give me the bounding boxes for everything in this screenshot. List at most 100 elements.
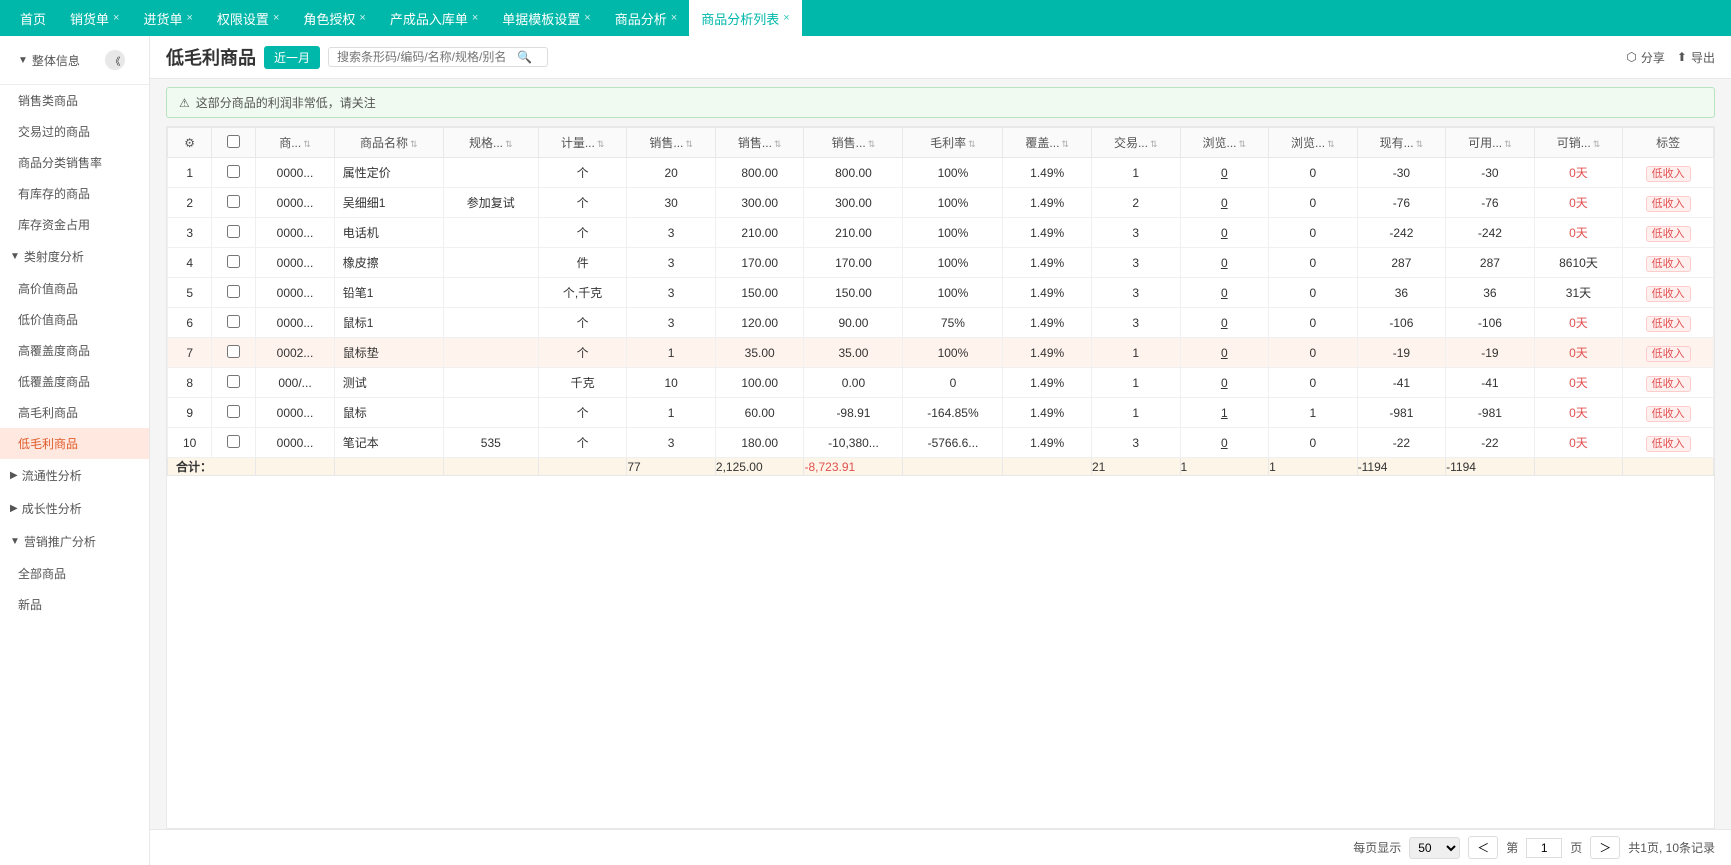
col-code[interactable]: 商...⇅: [256, 128, 335, 158]
row-views1[interactable]: 0: [1180, 428, 1269, 458]
row-views1[interactable]: 0: [1180, 308, 1269, 338]
col-checkbox[interactable]: [212, 128, 256, 158]
sidebar-item-category-rate[interactable]: 商品分类销售率: [0, 147, 149, 178]
row-views1[interactable]: 0: [1180, 248, 1269, 278]
row-name[interactable]: 鼠标垫: [334, 338, 443, 368]
page-number-input[interactable]: [1526, 838, 1562, 858]
row-views1[interactable]: 0: [1180, 158, 1269, 188]
nav-product-analysis-list[interactable]: 商品分析列表 ×: [689, 0, 801, 36]
close-icon[interactable]: ×: [671, 12, 677, 24]
row-name[interactable]: 鼠标1: [334, 308, 443, 338]
sidebar-item-traded-products[interactable]: 交易过的商品: [0, 116, 149, 147]
sidebar-item-new-products[interactable]: 新品: [0, 589, 149, 620]
per-page-select[interactable]: 50 100 200: [1409, 837, 1460, 859]
sidebar-item-low-value[interactable]: 低价值商品: [0, 304, 149, 335]
nav-permissions[interactable]: 权限设置 ×: [205, 0, 291, 36]
search-input[interactable]: [337, 50, 517, 64]
row-name[interactable]: 铅笔1: [334, 278, 443, 308]
sidebar-group-overall[interactable]: ▼ 整体信息: [8, 44, 90, 77]
sidebar-item-high-margin[interactable]: 高毛利商品: [0, 397, 149, 428]
col-sellable-days[interactable]: 可销...⇅: [1534, 128, 1623, 158]
sidebar-item-stock-capital[interactable]: 库存资金占用: [0, 209, 149, 240]
row-views1[interactable]: 0: [1180, 188, 1269, 218]
close-icon[interactable]: ×: [783, 12, 789, 24]
row-name[interactable]: 鼠标: [334, 398, 443, 428]
nav-template-settings[interactable]: 单据模板设置 ×: [490, 0, 602, 36]
row-name[interactable]: 测试: [334, 368, 443, 398]
row-views1[interactable]: 0: [1180, 278, 1269, 308]
close-icon[interactable]: ×: [472, 12, 478, 24]
col-spec[interactable]: 规格...⇅: [443, 128, 538, 158]
sidebar-item-high-coverage[interactable]: 高覆盖度商品: [0, 335, 149, 366]
sort-icon: ⇅: [303, 139, 311, 149]
sidebar-group-growth[interactable]: ▶ 成长性分析: [0, 492, 149, 525]
nav-purchase-order[interactable]: 进货单 ×: [131, 0, 204, 36]
select-all-checkbox[interactable]: [227, 135, 240, 148]
close-icon[interactable]: ×: [584, 12, 590, 24]
col-views2[interactable]: 浏览...⇅: [1269, 128, 1358, 158]
row-sales-qty: 1: [627, 338, 716, 368]
col-settings[interactable]: ⚙: [168, 128, 212, 158]
sidebar-group-circulation[interactable]: ▶ 流通性分析: [0, 459, 149, 492]
search-icon[interactable]: 🔍: [517, 50, 532, 64]
collapse-button[interactable]: 《: [105, 50, 125, 70]
row-name[interactable]: 橡皮擦: [334, 248, 443, 278]
row-name[interactable]: 电话机: [334, 218, 443, 248]
total-row: 合计： 77 2,125.00 -8,723.91 21 1 1 -1194: [168, 458, 1714, 476]
sidebar-item-stock-products[interactable]: 有库存的商品: [0, 178, 149, 209]
filter-recent-month-button[interactable]: 近一月: [264, 46, 320, 69]
row-checkbox[interactable]: [227, 255, 240, 268]
sidebar-item-all-products[interactable]: 全部商品: [0, 558, 149, 589]
sidebar-item-low-coverage[interactable]: 低覆盖度商品: [0, 366, 149, 397]
prev-page-button[interactable]: ＜: [1468, 836, 1498, 859]
col-gross-margin[interactable]: 毛利率⇅: [903, 128, 1003, 158]
nav-home[interactable]: 首页: [8, 0, 58, 36]
col-sales-amount[interactable]: 销售...⇅: [715, 128, 804, 158]
close-icon[interactable]: ×: [113, 12, 119, 24]
row-name[interactable]: 笔记本: [334, 428, 443, 458]
col-sales-qty[interactable]: 销售...⇅: [627, 128, 716, 158]
row-name[interactable]: 吴细细1: [334, 188, 443, 218]
sidebar-group-analysis[interactable]: ▼ 类射度分析: [0, 240, 149, 273]
close-icon[interactable]: ×: [273, 12, 279, 24]
col-name[interactable]: 商品名称⇅: [334, 128, 443, 158]
row-views1[interactable]: 1: [1180, 398, 1269, 428]
col-unit[interactable]: 计量...⇅: [538, 128, 627, 158]
nav-sales-order[interactable]: 销货单 ×: [58, 0, 131, 36]
share-button[interactable]: ⬡ 分享: [1626, 49, 1665, 66]
col-transactions[interactable]: 交易...⇅: [1091, 128, 1180, 158]
close-icon[interactable]: ×: [359, 12, 365, 24]
sidebar-item-low-margin[interactable]: 低毛利商品: [0, 428, 149, 459]
row-gross-margin: 100%: [903, 248, 1003, 278]
row-views1[interactable]: 0: [1180, 368, 1269, 398]
row-checkbox[interactable]: [227, 435, 240, 448]
close-icon[interactable]: ×: [186, 12, 192, 24]
nav-role-auth[interactable]: 角色授权 ×: [291, 0, 377, 36]
col-current-stock[interactable]: 现有...⇅: [1357, 128, 1446, 158]
row-views1[interactable]: 0: [1180, 218, 1269, 248]
nav-product-analysis[interactable]: 商品分析 ×: [603, 0, 689, 36]
row-views1[interactable]: 0: [1180, 338, 1269, 368]
col-available-stock[interactable]: 可用...⇅: [1446, 128, 1535, 158]
sidebar-group-marketing[interactable]: ▼ 营销推广分析: [0, 525, 149, 558]
next-page-button[interactable]: ＞: [1590, 836, 1620, 859]
row-checkbox[interactable]: [227, 165, 240, 178]
nav-product-entry[interactable]: 产成品入库单 ×: [378, 0, 490, 36]
row-checkbox[interactable]: [227, 345, 240, 358]
sidebar-item-sales-products[interactable]: 销售类商品: [0, 85, 149, 116]
row-checkbox[interactable]: [227, 225, 240, 238]
row-checkbox[interactable]: [227, 315, 240, 328]
col-views1[interactable]: 浏览...⇅: [1180, 128, 1269, 158]
row-current-stock: -981: [1357, 398, 1446, 428]
row-checkbox[interactable]: [227, 195, 240, 208]
row-checkbox[interactable]: [227, 375, 240, 388]
row-name[interactable]: 属性定价: [334, 158, 443, 188]
col-tag[interactable]: 标签: [1623, 128, 1714, 158]
sidebar-item-high-value[interactable]: 高价值商品: [0, 273, 149, 304]
row-available-stock: 287: [1446, 248, 1535, 278]
row-checkbox[interactable]: [227, 405, 240, 418]
row-checkbox[interactable]: [227, 285, 240, 298]
col-sales-profit[interactable]: 销售...⇅: [804, 128, 903, 158]
export-button[interactable]: ⬆ 导出: [1677, 49, 1715, 66]
col-coverage[interactable]: 覆盖...⇅: [1003, 128, 1092, 158]
